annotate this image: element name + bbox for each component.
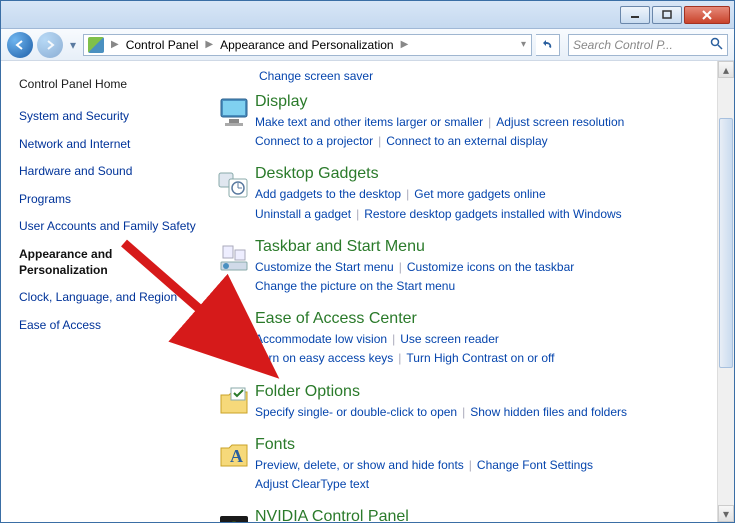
sidebar: Control Panel Home System and Security N… bbox=[1, 61, 209, 522]
fonts-icon: A bbox=[213, 436, 255, 494]
link-customize-start[interactable]: Customize the Start menu bbox=[255, 260, 394, 274]
titlebar bbox=[1, 1, 734, 29]
sidebar-item-hardware-sound[interactable]: Hardware and Sound bbox=[19, 164, 203, 180]
close-button[interactable] bbox=[684, 6, 730, 24]
chevron-right-icon[interactable]: ▶ bbox=[110, 39, 120, 50]
minimize-button[interactable] bbox=[620, 6, 650, 24]
link-connect-external[interactable]: Connect to an external display bbox=[386, 134, 547, 148]
sidebar-item-system-security[interactable]: System and Security bbox=[19, 109, 203, 125]
taskbar-icon bbox=[213, 238, 255, 296]
chevron-right-icon[interactable]: ▶ bbox=[400, 39, 410, 50]
chevron-right-icon[interactable]: ▶ bbox=[204, 39, 214, 50]
link-cleartype[interactable]: Adjust ClearType text bbox=[255, 477, 369, 491]
control-panel-icon bbox=[88, 37, 104, 53]
address-bar[interactable]: ▶ Control Panel ▶ Appearance and Persona… bbox=[83, 34, 532, 56]
link-resize-text[interactable]: Make text and other items larger or smal… bbox=[255, 115, 483, 129]
control-panel-window: ▾ ▶ Control Panel ▶ Appearance and Perso… bbox=[0, 0, 735, 523]
refresh-button[interactable] bbox=[536, 34, 560, 56]
nvidia-icon bbox=[213, 508, 255, 522]
link-change-start-pic[interactable]: Change the picture on the Start menu bbox=[255, 279, 455, 293]
address-dropdown[interactable]: ▾ bbox=[520, 39, 527, 50]
breadcrumb-appearance[interactable]: Appearance and Personalization bbox=[216, 35, 397, 55]
link-restore-gadgets[interactable]: Restore desktop gadgets installed with W… bbox=[364, 207, 621, 221]
category-display: Display Make text and other items larger… bbox=[213, 93, 716, 151]
scroll-track[interactable] bbox=[718, 78, 734, 505]
link-customize-icons[interactable]: Customize icons on the taskbar bbox=[407, 260, 574, 274]
category-gadgets: Desktop Gadgets Add gadgets to the deskt… bbox=[213, 165, 716, 223]
search-icon bbox=[710, 37, 723, 53]
title-display[interactable]: Display bbox=[255, 93, 716, 111]
link-click-to-open[interactable]: Specify single- or double-click to open bbox=[255, 405, 457, 419]
category-ease-of-access: Ease of Access Center Accommodate low vi… bbox=[213, 310, 716, 368]
scroll-thumb[interactable] bbox=[719, 118, 733, 368]
title-nvidia[interactable]: NVIDIA Control Panel bbox=[255, 508, 716, 522]
link-uninstall-gadget[interactable]: Uninstall a gadget bbox=[255, 207, 351, 221]
title-ease-of-access[interactable]: Ease of Access Center bbox=[255, 310, 716, 328]
link-change-screen-saver[interactable]: Change screen saver bbox=[259, 69, 373, 83]
link-more-gadgets[interactable]: Get more gadgets online bbox=[414, 187, 545, 201]
link-hidden-files[interactable]: Show hidden files and folders bbox=[470, 405, 627, 419]
link-adjust-resolution[interactable]: Adjust screen resolution bbox=[496, 115, 624, 129]
sidebar-item-programs[interactable]: Programs bbox=[19, 192, 203, 208]
category-taskbar: Taskbar and Start Menu Customize the Sta… bbox=[213, 238, 716, 296]
display-icon bbox=[213, 93, 255, 151]
title-gadgets[interactable]: Desktop Gadgets bbox=[255, 165, 716, 183]
history-dropdown[interactable]: ▾ bbox=[67, 38, 79, 52]
title-taskbar[interactable]: Taskbar and Start Menu bbox=[255, 238, 716, 256]
navbar: ▾ ▶ Control Panel ▶ Appearance and Perso… bbox=[1, 29, 734, 61]
control-panel-home-link[interactable]: Control Panel Home bbox=[19, 77, 203, 91]
link-high-contrast[interactable]: Turn High Contrast on or off bbox=[406, 351, 554, 365]
category-nvidia: NVIDIA Control Panel bbox=[213, 508, 716, 522]
search-input[interactable]: Search Control P... bbox=[568, 34, 728, 56]
folder-options-icon bbox=[213, 383, 255, 422]
maximize-button[interactable] bbox=[652, 6, 682, 24]
search-placeholder: Search Control P... bbox=[573, 38, 673, 52]
breadcrumb-control-panel[interactable]: Control Panel bbox=[122, 35, 203, 55]
category-folder-options: Folder Options Specify single- or double… bbox=[213, 383, 716, 422]
body: Control Panel Home System and Security N… bbox=[1, 61, 734, 522]
link-screen-reader[interactable]: Use screen reader bbox=[400, 332, 499, 346]
link-preview-fonts[interactable]: Preview, delete, or show and hide fonts bbox=[255, 458, 464, 472]
vertical-scrollbar[interactable]: ▴ ▾ bbox=[717, 61, 734, 522]
content-pane: Change screen saver Display Make text an… bbox=[209, 61, 734, 522]
category-fonts: A Fonts Preview, delete, or show and hid… bbox=[213, 436, 716, 494]
sidebar-item-appearance[interactable]: Appearance and Personalization bbox=[19, 247, 203, 278]
title-folder-options[interactable]: Folder Options bbox=[255, 383, 716, 401]
link-add-gadget[interactable]: Add gadgets to the desktop bbox=[255, 187, 401, 201]
link-easy-access-keys[interactable]: Turn on easy access keys bbox=[255, 351, 393, 365]
svg-text:A: A bbox=[230, 446, 243, 466]
back-button[interactable] bbox=[7, 32, 33, 58]
sidebar-item-network-internet[interactable]: Network and Internet bbox=[19, 137, 203, 153]
sidebar-item-user-accounts[interactable]: User Accounts and Family Safety bbox=[19, 219, 203, 235]
scroll-up-button[interactable]: ▴ bbox=[718, 61, 734, 78]
ease-of-access-icon bbox=[213, 310, 255, 368]
link-font-settings[interactable]: Change Font Settings bbox=[477, 458, 593, 472]
link-low-vision[interactable]: Accommodate low vision bbox=[255, 332, 387, 346]
forward-button[interactable] bbox=[37, 32, 63, 58]
sidebar-item-clock-language[interactable]: Clock, Language, and Region bbox=[19, 290, 203, 306]
gadgets-icon bbox=[213, 165, 255, 223]
scroll-down-button[interactable]: ▾ bbox=[718, 505, 734, 522]
link-connect-projector[interactable]: Connect to a projector bbox=[255, 134, 373, 148]
sidebar-item-ease-of-access[interactable]: Ease of Access bbox=[19, 318, 203, 334]
title-fonts[interactable]: Fonts bbox=[255, 436, 716, 454]
